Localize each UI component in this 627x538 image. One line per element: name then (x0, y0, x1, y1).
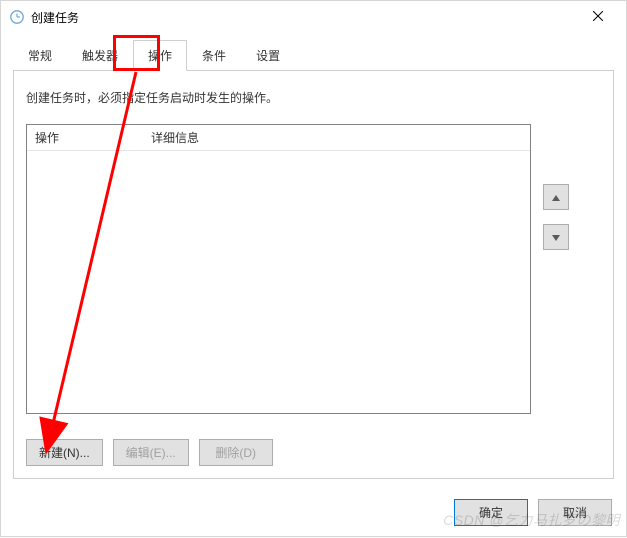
create-task-dialog: 创建任务 常规 触发器 操作 条件 设置 创建任务时，必须指定任务启动时发生的操… (0, 0, 627, 537)
delete-button[interactable]: 删除(D) (199, 439, 273, 466)
reorder-buttons (543, 184, 569, 250)
actions-panel: 创建任务时，必须指定任务启动时发生的操作。 操作 详细信息 (13, 71, 614, 479)
panel-description: 创建任务时，必须指定任务启动时发生的操作。 (26, 89, 601, 106)
close-icon (593, 8, 603, 26)
watermark-text: CSDN @乞力马扎罗の黎明 (443, 510, 620, 530)
tab-settings[interactable]: 设置 (241, 40, 295, 71)
move-down-button[interactable] (543, 224, 569, 250)
column-action[interactable]: 操作 (27, 125, 143, 150)
window-title: 创建任务 (31, 9, 578, 26)
column-details[interactable]: 详细信息 (143, 125, 530, 150)
content-area: 常规 触发器 操作 条件 设置 创建任务时，必须指定任务启动时发生的操作。 操作… (1, 33, 626, 491)
tab-triggers[interactable]: 触发器 (67, 40, 133, 71)
tab-actions[interactable]: 操作 (133, 40, 187, 71)
list-area: 操作 详细信息 (26, 124, 601, 414)
tab-conditions[interactable]: 条件 (187, 40, 241, 71)
new-button[interactable]: 新建(N)... (26, 439, 103, 466)
close-button[interactable] (578, 3, 618, 31)
tab-strip: 常规 触发器 操作 条件 设置 (13, 39, 614, 71)
listview-headers: 操作 详细信息 (27, 125, 530, 151)
triangle-up-icon (552, 188, 560, 206)
actions-listview[interactable]: 操作 详细信息 (26, 124, 531, 414)
edit-button[interactable]: 编辑(E)... (113, 439, 189, 466)
triangle-down-icon (552, 228, 560, 246)
titlebar: 创建任务 (1, 1, 626, 33)
action-button-row: 新建(N)... 编辑(E)... 删除(D) (26, 439, 273, 466)
clock-icon (9, 9, 25, 25)
move-up-button[interactable] (543, 184, 569, 210)
tab-general[interactable]: 常规 (13, 40, 67, 71)
